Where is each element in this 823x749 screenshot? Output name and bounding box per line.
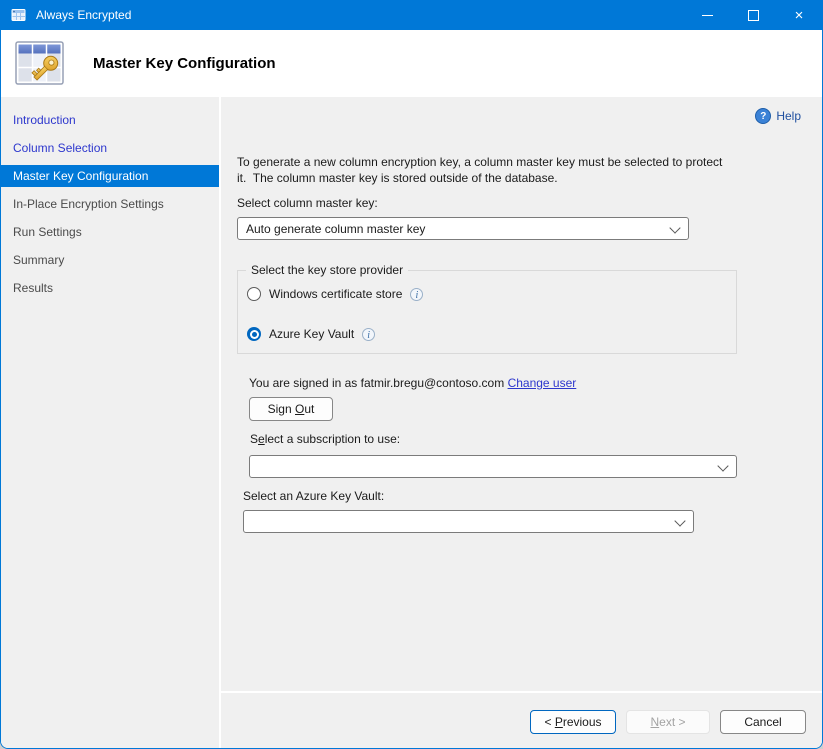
radio-selected-icon [247,327,261,341]
maximize-icon [748,10,759,21]
wizard-header: Master Key Configuration [1,30,822,97]
intro-text: To generate a new column encryption key,… [237,154,745,186]
sidebar-item-in-place-encryption[interactable]: In-Place Encryption Settings [1,193,219,215]
close-button[interactable]: × [776,0,822,30]
sidebar-item-summary[interactable]: Summary [1,249,219,271]
help-icon: ? [755,108,771,124]
radio-unselected-icon [247,287,261,301]
radio-windows-certificate-store-label: Windows certificate store [269,287,402,301]
subscription-label: Select a subscription to use: [250,432,400,446]
minimize-icon [702,15,713,16]
signed-in-text: You are signed in as fatmir.bregu@contos… [249,376,508,390]
sidebar-item-run-settings[interactable]: Run Settings [1,221,219,243]
signed-in-row: You are signed in as fatmir.bregu@contos… [249,376,576,390]
change-user-link[interactable]: Change user [508,376,577,390]
subscription-select[interactable] [249,455,737,478]
sidebar-item-results[interactable]: Results [1,277,219,299]
master-key-label: Select column master key: [237,196,378,210]
help-link[interactable]: ? Help [755,108,801,124]
keyvault-select[interactable] [243,510,694,533]
close-icon: × [795,8,804,23]
radio-windows-certificate-store[interactable]: Windows certificate store i [247,287,423,301]
radio-azure-key-vault[interactable]: Azure Key Vault i [247,327,375,341]
radio-azure-key-vault-label: Azure Key Vault [269,327,354,341]
next-button[interactable]: Next > [626,710,710,734]
cancel-button[interactable]: Cancel [720,710,806,734]
minimize-button[interactable] [684,0,730,30]
wizard-steps-sidebar: Introduction Column Selection Master Key… [1,97,221,748]
wizard-body: Introduction Column Selection Master Key… [1,97,822,748]
keyvault-label: Select an Azure Key Vault: [243,489,384,503]
chevron-down-icon [669,222,680,233]
table-key-icon [13,37,67,91]
always-encrypted-window: Always Encrypted × [0,0,823,749]
footer-divider [221,691,822,693]
sidebar-item-column-selection[interactable]: Column Selection [1,137,219,159]
key-store-provider-group-title: Select the key store provider [246,263,408,277]
master-key-value: Auto generate column master key [246,222,662,236]
titlebar: Always Encrypted × [1,0,822,30]
page-title: Master Key Configuration [93,55,276,72]
content-pane: ? Help To generate a new column encrypti… [221,97,822,748]
info-icon[interactable]: i [410,288,423,301]
footer-buttons: < Previous Next > Cancel [530,710,806,734]
chevron-down-icon [717,460,728,471]
help-label: Help [776,109,801,123]
always-encrypted-app-icon [11,7,27,23]
info-icon[interactable]: i [362,328,375,341]
key-store-provider-group: Select the key store provider Windows ce… [237,270,737,354]
window-title: Always Encrypted [36,8,131,22]
sidebar-item-introduction[interactable]: Introduction [1,109,219,131]
sign-out-button[interactable]: Sign Out [249,397,333,421]
previous-button[interactable]: < Previous [530,710,616,734]
chevron-down-icon [674,515,685,526]
master-key-select[interactable]: Auto generate column master key [237,217,689,240]
maximize-button[interactable] [730,0,776,30]
window-controls: × [684,0,822,30]
sidebar-item-master-key-configuration[interactable]: Master Key Configuration [1,165,219,187]
